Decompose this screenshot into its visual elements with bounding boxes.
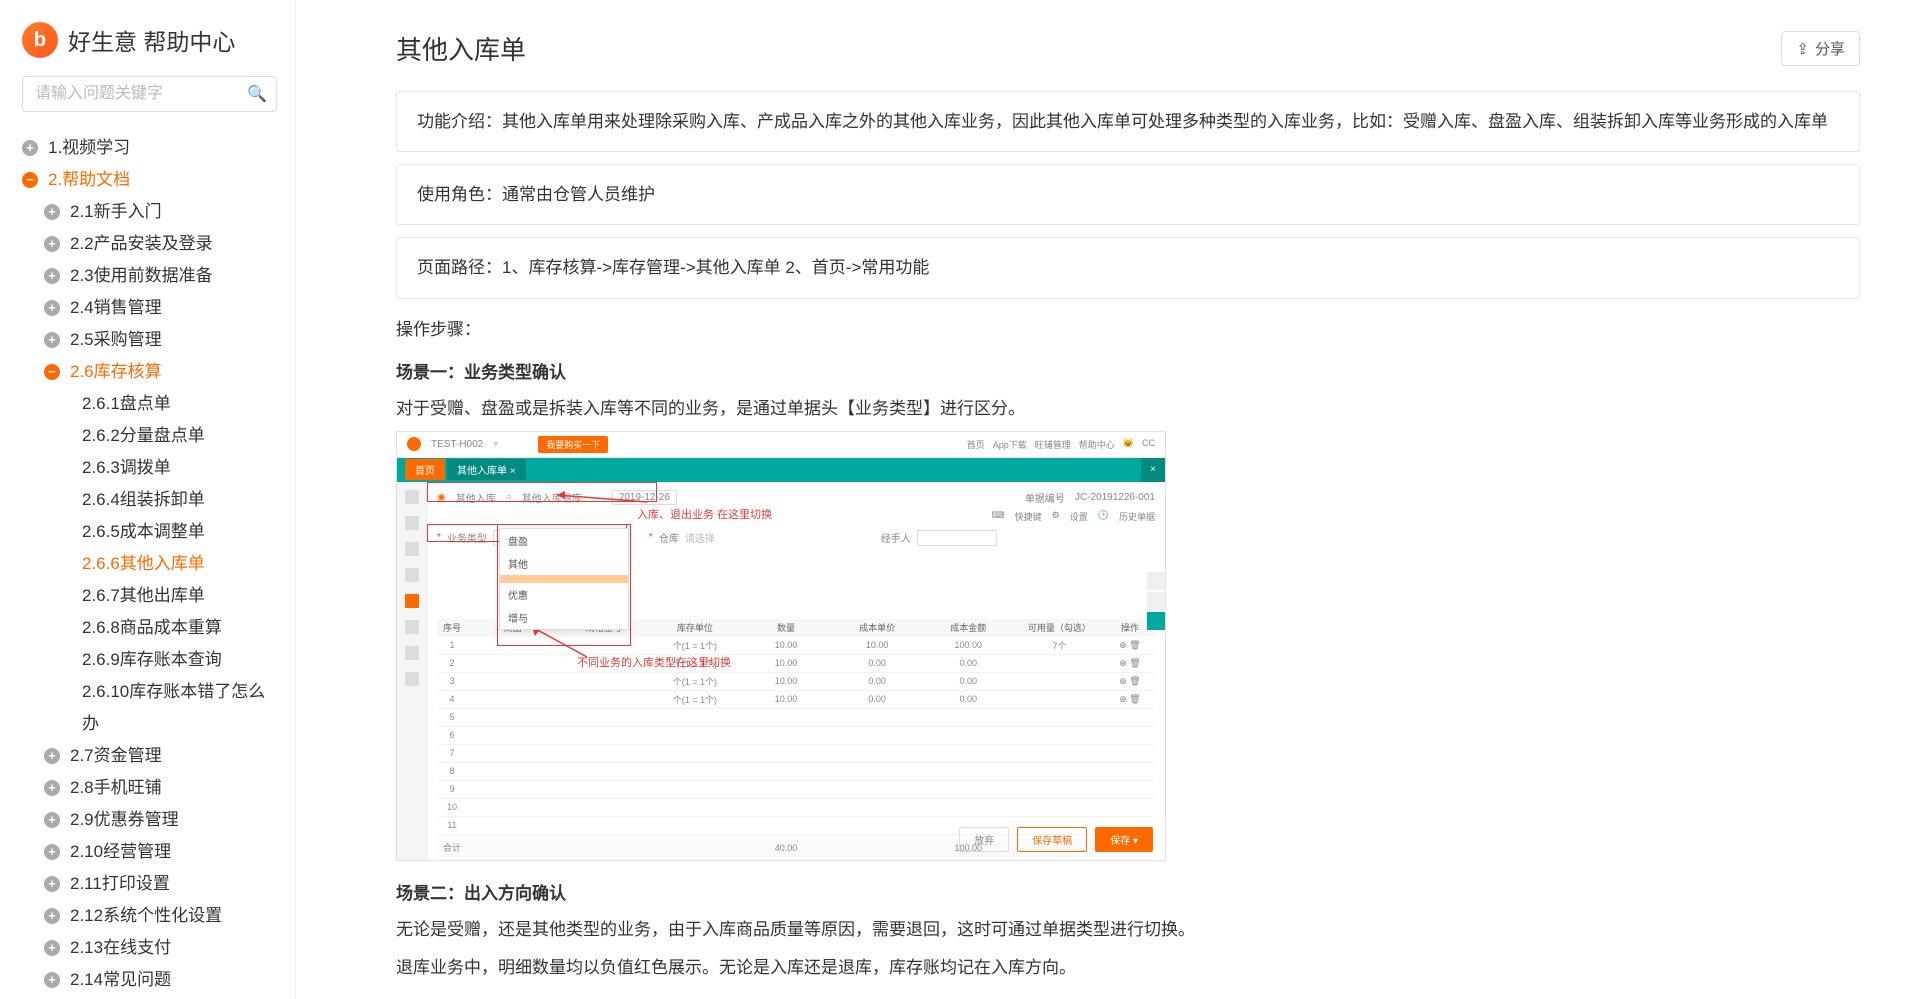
minus-icon: − (44, 364, 60, 380)
ss-annotation-1: 入库、退出业务 在这里切换 (637, 506, 772, 522)
nav-2-6-4[interactable]: 2.6.4组装拆卸单 (22, 484, 277, 516)
search-icon[interactable]: 🔍 (247, 84, 267, 104)
site-title: 好生意 帮助中心 (68, 23, 235, 57)
ss-header: TEST-H002 ▾ 我要购买一下 首页 App下载 旺铺管理 帮助中心 🐱 … (397, 432, 1165, 458)
nav-2-14[interactable]: +2.14常见问题 (22, 964, 277, 996)
nav-2-6-9[interactable]: 2.6.9库存账本查询 (22, 644, 277, 676)
plus-icon: + (44, 940, 60, 956)
nav-2-13[interactable]: +2.13在线支付 (22, 932, 277, 964)
ss-logo-icon (407, 437, 421, 451)
plus-icon: + (44, 972, 60, 988)
nav-2-6-2[interactable]: 2.6.2分量盘点单 (22, 420, 277, 452)
plus-icon: + (44, 748, 60, 764)
ss-footer-buttons: 放弃 保存草稿 保存 ▾ (959, 827, 1153, 852)
ss-right-tools (1147, 572, 1165, 630)
plus-icon: + (44, 780, 60, 796)
intro-label: 功能介绍： (417, 112, 502, 131)
search-input[interactable] (22, 76, 277, 112)
search-box: 🔍 (22, 76, 277, 112)
nav-2-10[interactable]: +2.10经营管理 (22, 836, 277, 868)
plus-icon: + (44, 236, 60, 252)
plus-icon: + (44, 268, 60, 284)
ss-tabbar: 首页 其他入库单 × × (397, 458, 1165, 482)
plus-icon: + (44, 332, 60, 348)
role-box: 使用角色：通常由仓管人员维护 (396, 164, 1860, 225)
plus-icon: + (22, 140, 38, 156)
nav-2-6-7[interactable]: 2.6.7其他出库单 (22, 580, 277, 612)
nav-2-4[interactable]: +2.4销售管理 (22, 292, 277, 324)
plus-icon: + (44, 844, 60, 860)
path-label: 页面路径： (417, 258, 502, 277)
intro-text: 其他入库单用来处理除采购入库、产成品入库之外的其他入库业务，因此其他入库单可处理… (502, 112, 1828, 131)
nav-2-6[interactable]: −2.6库存核算 (22, 356, 277, 388)
plus-icon: + (44, 812, 60, 828)
scene1-heading: 场景一：业务类型确认 (396, 358, 1860, 383)
share-button[interactable]: ⇪分享 (1781, 31, 1860, 66)
page-title: 其他入库单 (396, 30, 526, 67)
nav-2-6-3[interactable]: 2.6.3调拨单 (22, 452, 277, 484)
scene2-text2: 退库业务中，明细数量均以负值红色展示。无论是入库还是退库，库存账均记在入库方向。 (396, 952, 1860, 984)
ss-side-nav (397, 482, 427, 860)
ss-buy-button: 我要购买一下 (538, 436, 608, 453)
ss-close-icon: × (1141, 458, 1165, 482)
nav-2-6-10[interactable]: 2.6.10库存账本错了怎么办 (22, 676, 277, 740)
site-logo[interactable]: b 好生意 帮助中心 (22, 22, 277, 58)
role-text: 通常由仓管人员维护 (502, 185, 655, 204)
plus-icon: + (44, 876, 60, 892)
nav-tree: +1.视频学习 −2.帮助文档 +2.1新手入门 +2.2产品安装及登录 +2.… (22, 132, 277, 996)
ss-test-label: TEST-H002 (431, 439, 483, 450)
steps-heading: 操作步骤： (396, 315, 1860, 340)
ss-tab-home: 首页 (405, 459, 445, 480)
nav-2-7[interactable]: +2.7资金管理 (22, 740, 277, 772)
nav-2-6-1[interactable]: 2.6.1盘点单 (22, 388, 277, 420)
scene1-text: 对于受赠、盘盈或是拆装入库等不同的业务，是通过单据头【业务类型】进行区分。 (396, 393, 1860, 425)
nav-2-3[interactable]: +2.3使用前数据准备 (22, 260, 277, 292)
role-label: 使用角色： (417, 185, 502, 204)
nav-2-8[interactable]: +2.8手机旺铺 (22, 772, 277, 804)
nav-2-1[interactable]: +2.1新手入门 (22, 196, 277, 228)
ss-content: ◉其他入库 ○其他入库退库 2019-12-26 单据编号 JC-2019122… (427, 482, 1165, 860)
path-box: 页面路径：1、库存核算->库存管理->其他入库单 2、首页->常用功能 (396, 237, 1860, 298)
minus-icon: − (22, 172, 38, 188)
ss-annotation-2: 不同业务的入库类型在这里切换 (577, 654, 731, 670)
app-screenshot: TEST-H002 ▾ 我要购买一下 首页 App下载 旺铺管理 帮助中心 🐱 … (396, 431, 1166, 861)
nav-2-6-8[interactable]: 2.6.8商品成本重算 (22, 612, 277, 644)
nav-2-2[interactable]: +2.2产品安装及登录 (22, 228, 277, 260)
ss-dropdown: 盘盈 其他 优惠 增与 (499, 528, 629, 630)
share-icon: ⇪ (1796, 40, 1809, 58)
plus-icon: + (44, 300, 60, 316)
plus-icon: + (44, 908, 60, 924)
main-content: 其他入库单 ⇪分享 功能介绍：其他入库单用来处理除采购入库、产成品入库之外的其他… (296, 0, 1920, 999)
ss-tab-current: 其他入库单 × (447, 459, 526, 480)
nav-2-12[interactable]: +2.12系统个性化设置 (22, 900, 277, 932)
scene2-text1: 无论是受赠，还是其他类型的业务，由于入库商品质量等原因，需要退回，这时可通过单据… (396, 914, 1860, 946)
nav-2-6-5[interactable]: 2.6.5成本调整单 (22, 516, 277, 548)
nav-docs[interactable]: −2.帮助文档 (22, 164, 277, 196)
sidebar: b 好生意 帮助中心 🔍 +1.视频学习 −2.帮助文档 +2.1新手入门 +2… (0, 0, 296, 999)
path-text: 1、库存核算->库存管理->其他入库单 2、首页->常用功能 (502, 258, 929, 277)
intro-box: 功能介绍：其他入库单用来处理除采购入库、产成品入库之外的其他入库业务，因此其他入… (396, 91, 1860, 152)
logo-icon: b (22, 22, 58, 58)
nav-2-6-6[interactable]: 2.6.6其他入库单 (22, 548, 277, 580)
nav-2-5[interactable]: +2.5采购管理 (22, 324, 277, 356)
nav-video[interactable]: +1.视频学习 (22, 132, 277, 164)
nav-2-9[interactable]: +2.9优惠券管理 (22, 804, 277, 836)
ss-top-links: 首页 App下载 旺铺管理 帮助中心 🐱 CC (967, 438, 1155, 451)
plus-icon: + (44, 204, 60, 220)
scene2-heading: 场景二：出入方向确认 (396, 879, 1860, 904)
nav-2-11[interactable]: +2.11打印设置 (22, 868, 277, 900)
